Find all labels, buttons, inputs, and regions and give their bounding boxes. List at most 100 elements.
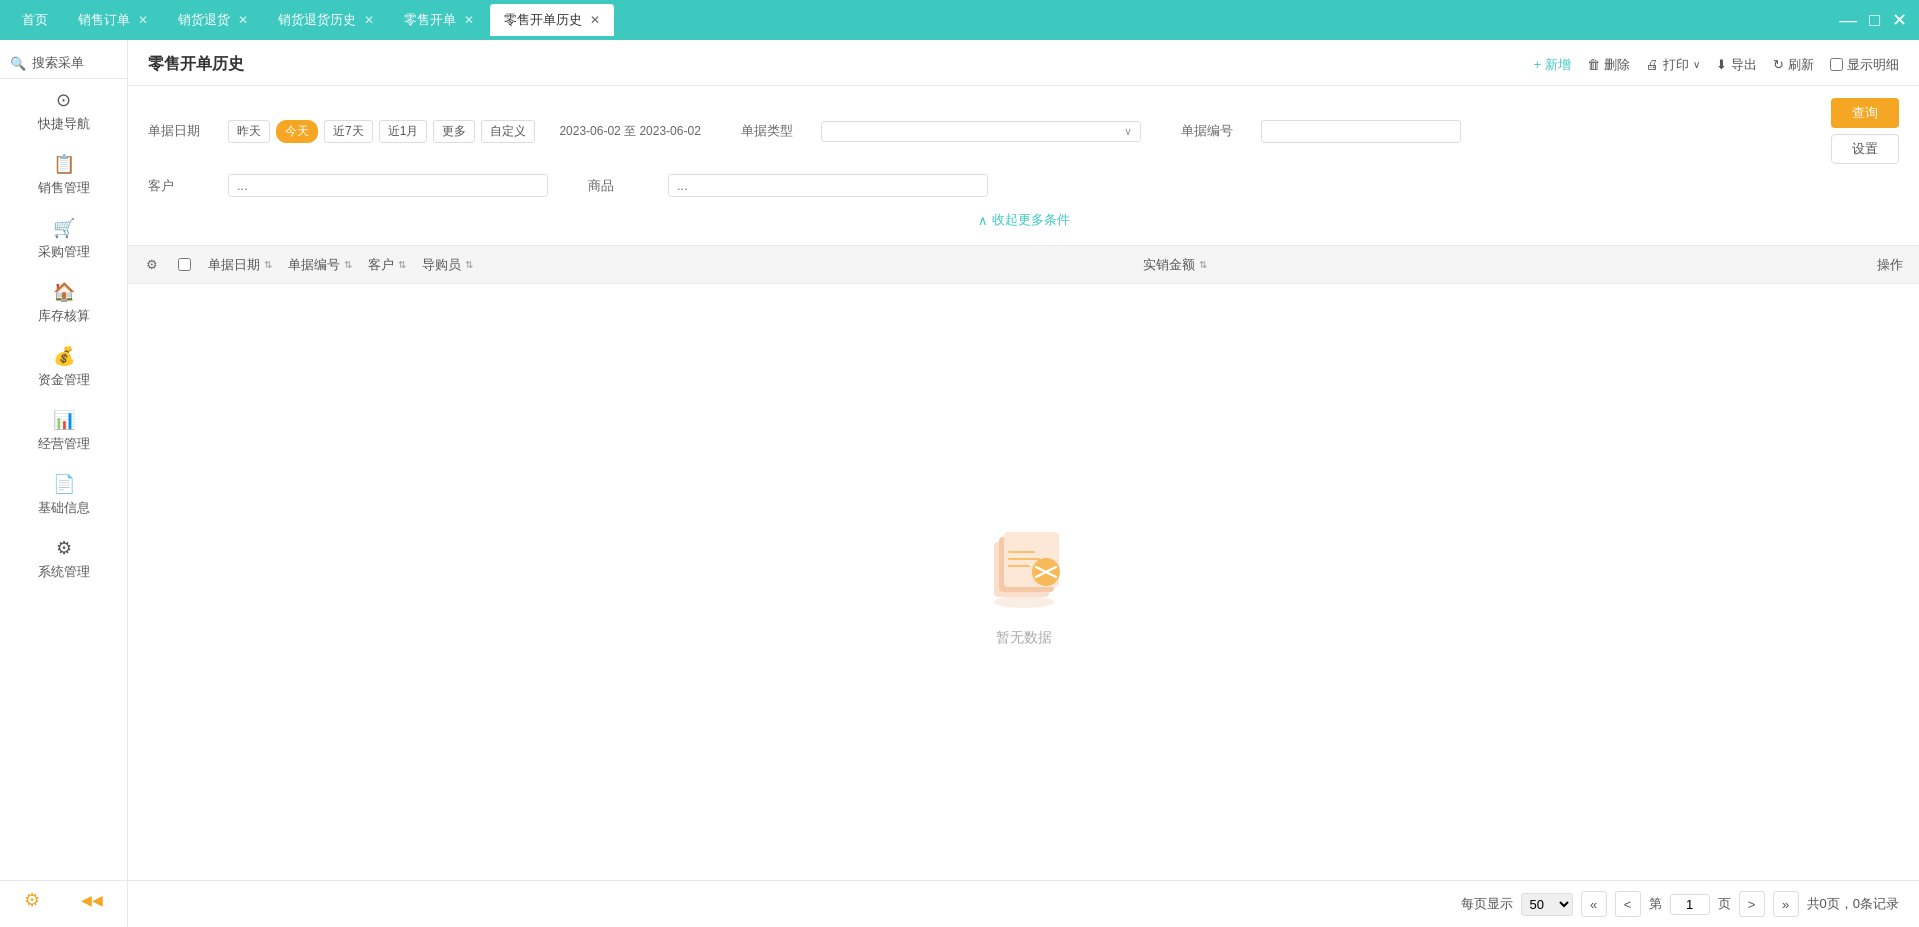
- th-guide[interactable]: 导购员 ⇅: [414, 256, 481, 274]
- refresh-icon: ↻: [1773, 57, 1784, 72]
- finance-icon: 💰: [53, 345, 75, 367]
- header-actions: + 新增 🗑 删除 🖨 打印 ∨ ⬇ 导出 ↻ 刷新: [1533, 56, 1899, 74]
- window-close-icon[interactable]: ✕: [1892, 9, 1907, 31]
- date-btn-7days[interactable]: 近7天: [324, 120, 373, 143]
- sidebar-item-inventory[interactable]: 🏠 库存核算: [0, 271, 127, 335]
- sidebar-search-nav[interactable]: 🔍 搜索采单: [0, 48, 127, 79]
- print-button[interactable]: 🖨 打印 ∨: [1646, 56, 1700, 74]
- empty-illustration: [974, 517, 1074, 617]
- date-range-display: 2023-06-02 至 2023-06-02: [559, 123, 700, 140]
- sidebar-item-sales-mgmt-label: 销售管理: [38, 179, 90, 197]
- filter-row-1: 单据日期 昨天 今天 近7天 近1月 更多 自定义 2023-06-02 至 2…: [148, 98, 1899, 164]
- th-actions-label: 操作: [1877, 257, 1903, 272]
- last-page-btn[interactable]: »: [1773, 891, 1799, 917]
- th-customer-label: 客户: [368, 256, 394, 274]
- date-btn-today[interactable]: 今天: [276, 120, 318, 143]
- tab-sales-order-label: 销售订单: [78, 11, 130, 29]
- select-all-checkbox[interactable]: [178, 258, 191, 271]
- customer-label: 客户: [148, 177, 208, 195]
- th-actions: 操作: [1869, 256, 1911, 274]
- type-label: 单据类型: [741, 122, 801, 140]
- sidebar-collapse-icon[interactable]: ◀◀: [81, 892, 103, 908]
- product-label: 商品: [588, 177, 648, 195]
- empty-text: 暂无数据: [996, 629, 1052, 647]
- date-btn-custom[interactable]: 自定义: [481, 120, 535, 143]
- table-select-all[interactable]: [168, 258, 200, 271]
- delete-icon: 🗑: [1587, 57, 1600, 72]
- quick-nav-icon: ⊙: [56, 89, 71, 111]
- window-max-icon[interactable]: □: [1869, 10, 1880, 31]
- th-date-sort-icon: ⇅: [264, 259, 272, 270]
- tab-sales-return-history-close[interactable]: ✕: [364, 13, 374, 27]
- svg-point-0: [994, 596, 1054, 608]
- tab-sales-return-history-label: 销货退货历史: [278, 11, 356, 29]
- next-page-btn[interactable]: >: [1739, 891, 1765, 917]
- collapse-btn[interactable]: ∧ 收起更多条件: [978, 207, 1070, 233]
- tab-sales-order-close[interactable]: ✕: [138, 13, 148, 27]
- product-input[interactable]: [677, 178, 979, 193]
- tab-retail-open-label: 零售开单: [404, 11, 456, 29]
- sidebar-item-sales-mgmt[interactable]: 📋 销售管理: [0, 143, 127, 207]
- tab-retail-open[interactable]: 零售开单 ✕: [390, 4, 488, 36]
- sidebar-item-purchase-mgmt[interactable]: 🛒 采购管理: [0, 207, 127, 271]
- tab-retail-history[interactable]: 零售开单历史 ✕: [490, 4, 614, 36]
- collapse-arrow-icon: ∧: [978, 213, 988, 228]
- tab-retail-history-close[interactable]: ✕: [590, 13, 600, 27]
- th-no-sort-icon: ⇅: [344, 259, 352, 270]
- table-header: ⚙ 单据日期 ⇅ 单据编号 ⇅ 客户 ⇅ 导购员 ⇅: [128, 246, 1919, 284]
- tab-sales-return[interactable]: 销货退货 ✕: [164, 4, 262, 36]
- tab-home[interactable]: 首页: [8, 4, 62, 36]
- th-customer[interactable]: 客户 ⇅: [360, 256, 414, 274]
- add-button[interactable]: + 新增: [1533, 56, 1571, 74]
- sidebar-item-base-info[interactable]: 📄 基础信息: [0, 463, 127, 527]
- first-page-btn[interactable]: «: [1581, 891, 1607, 917]
- refresh-button[interactable]: ↻ 刷新: [1773, 56, 1814, 74]
- page-title: 零售开单历史: [148, 54, 244, 75]
- th-amount[interactable]: 实销金额 ⇅: [1135, 256, 1215, 274]
- sidebar-item-finance[interactable]: 💰 资金管理: [0, 335, 127, 399]
- sidebar-settings-icon[interactable]: ⚙: [24, 889, 40, 911]
- delete-button[interactable]: 🗑 删除: [1587, 56, 1630, 74]
- customer-input[interactable]: [237, 178, 539, 193]
- query-button[interactable]: 查询: [1831, 98, 1899, 128]
- export-button[interactable]: ⬇ 导出: [1716, 56, 1757, 74]
- th-amount-label: 实销金额: [1143, 256, 1195, 274]
- tab-retail-open-close[interactable]: ✕: [464, 13, 474, 27]
- filter-row-2: 客户 商品: [148, 174, 1899, 197]
- setting-button[interactable]: 设置: [1831, 134, 1899, 164]
- date-btn-more[interactable]: 更多: [433, 120, 475, 143]
- prev-page-btn[interactable]: <: [1615, 891, 1641, 917]
- export-icon: ⬇: [1716, 57, 1727, 72]
- window-min-icon[interactable]: —: [1839, 10, 1857, 31]
- collapse-row: ∧ 收起更多条件: [148, 207, 1899, 233]
- th-no[interactable]: 单据编号 ⇅: [280, 256, 360, 274]
- tab-sales-order[interactable]: 销售订单 ✕: [64, 4, 162, 36]
- print-arrow-icon: ∨: [1693, 59, 1700, 70]
- date-btn-1month[interactable]: 近1月: [379, 120, 428, 143]
- tab-sales-return-close[interactable]: ✕: [238, 13, 248, 27]
- tab-sales-return-label: 销货退货: [178, 11, 230, 29]
- show-detail-checkbox[interactable]: [1830, 58, 1843, 71]
- pagination: 每页显示 50 10 20 100 « < 第 页 > » 共0页，0条记录: [128, 880, 1919, 927]
- sidebar-item-sys-mgmt[interactable]: ⚙ 系统管理: [0, 527, 127, 591]
- type-select[interactable]: ∨: [821, 121, 1141, 142]
- sidebar-item-sys-mgmt-label: 系统管理: [38, 563, 90, 581]
- show-detail-toggle[interactable]: 显示明细: [1830, 56, 1899, 74]
- sidebar-bottom: ⚙ ◀◀: [0, 880, 127, 919]
- sys-mgmt-icon: ⚙: [56, 537, 72, 559]
- th-date[interactable]: 单据日期 ⇅: [200, 256, 280, 274]
- table-settings-icon[interactable]: ⚙: [136, 257, 168, 272]
- action-btns: 查询 设置: [1831, 98, 1899, 164]
- per-page-select[interactable]: 50 10 20 100: [1521, 893, 1573, 916]
- sidebar-item-quick-nav[interactable]: ⊙ 快捷导航: [0, 79, 127, 143]
- tab-sales-return-history[interactable]: 销货退货历史 ✕: [264, 4, 388, 36]
- sidebar-item-operation-label: 经营管理: [38, 435, 90, 453]
- date-btn-yesterday[interactable]: 昨天: [228, 120, 270, 143]
- current-page-input[interactable]: [1670, 894, 1710, 915]
- page-header: 零售开单历史 + 新增 🗑 删除 🖨 打印 ∨ ⬇ 导出: [128, 40, 1919, 86]
- tab-retail-history-label: 零售开单历史: [504, 11, 582, 29]
- orderno-input[interactable]: [1270, 124, 1452, 139]
- sidebar-item-operation[interactable]: 📊 经营管理: [0, 399, 127, 463]
- export-label: 导出: [1731, 56, 1757, 74]
- per-page-label: 每页显示: [1461, 895, 1513, 913]
